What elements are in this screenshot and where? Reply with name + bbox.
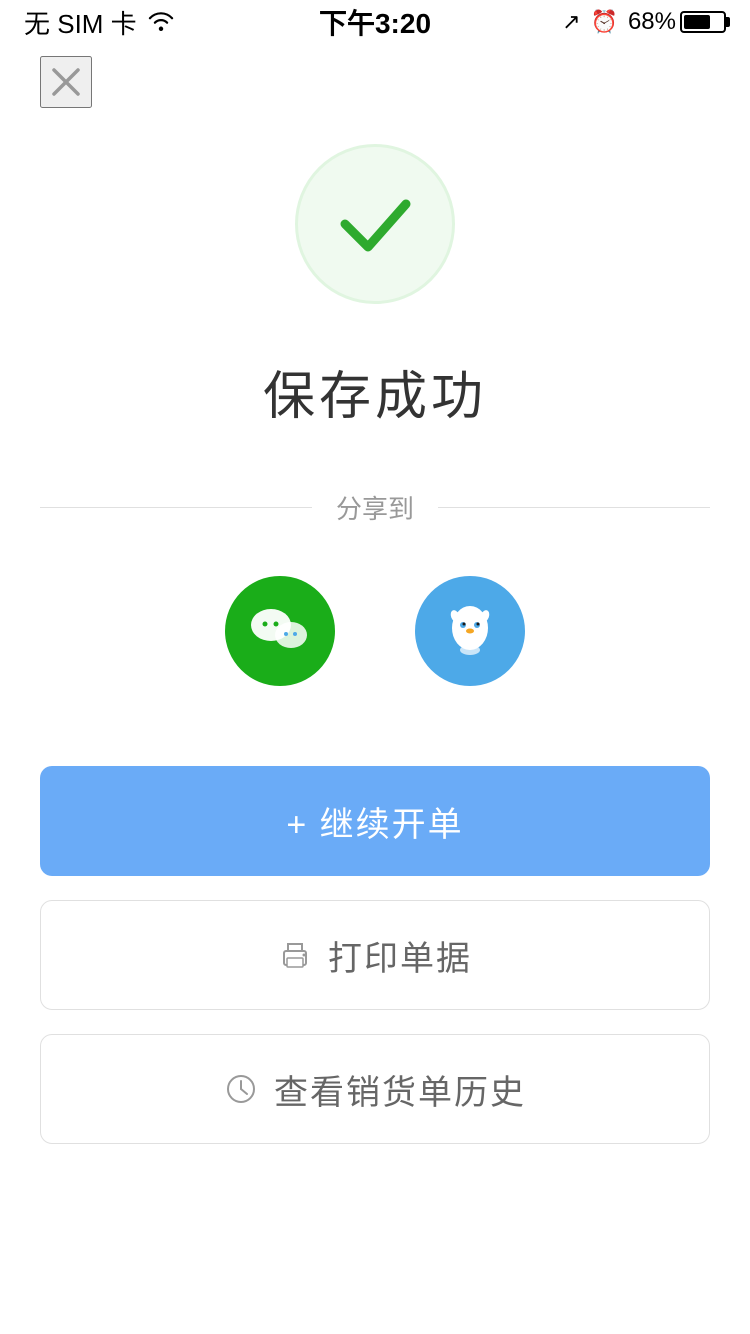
battery-percent: 68% [628, 8, 676, 36]
status-time: 下午3:20 [319, 2, 431, 42]
location-icon: ↗ [562, 9, 580, 35]
clock-icon [224, 1072, 258, 1106]
divider-line-left [40, 507, 312, 508]
printer-icon [278, 938, 312, 972]
status-bar: 无 SIM 卡 下午3:20 ↗ ⏰ 68% [0, 0, 750, 44]
battery-fill [684, 15, 710, 29]
main-content: 保存成功 分享到 [0, 44, 750, 1144]
continue-order-button[interactable]: + 继续开单 [40, 766, 710, 876]
close-button[interactable] [40, 56, 92, 108]
divider-line-right [438, 507, 710, 508]
sim-status: 无 SIM 卡 [24, 4, 137, 41]
divider-label: 分享到 [312, 489, 438, 526]
success-icon-circle [295, 144, 455, 304]
action-buttons: + 继续开单 打印单据 查看销 [0, 766, 750, 1144]
wifi-icon [147, 7, 175, 38]
print-button[interactable]: 打印单据 [40, 900, 710, 1010]
alarm-icon: ⏰ [591, 9, 618, 35]
history-label: 查看销货单历史 [274, 1065, 526, 1114]
history-button[interactable]: 查看销货单历史 [40, 1034, 710, 1144]
status-left: 无 SIM 卡 [24, 4, 175, 41]
battery: 68% [628, 8, 726, 36]
battery-shape [680, 11, 726, 33]
share-divider: 分享到 [0, 489, 750, 526]
wechat-share-button[interactable] [225, 576, 335, 686]
continue-order-label: + 继续开单 [286, 797, 463, 846]
print-label: 打印单据 [328, 931, 472, 980]
success-title: 保存成功 [263, 354, 487, 429]
share-icons-row [225, 576, 525, 686]
status-right: ↗ ⏰ 68% [562, 8, 726, 36]
qq-share-button[interactable] [415, 576, 525, 686]
